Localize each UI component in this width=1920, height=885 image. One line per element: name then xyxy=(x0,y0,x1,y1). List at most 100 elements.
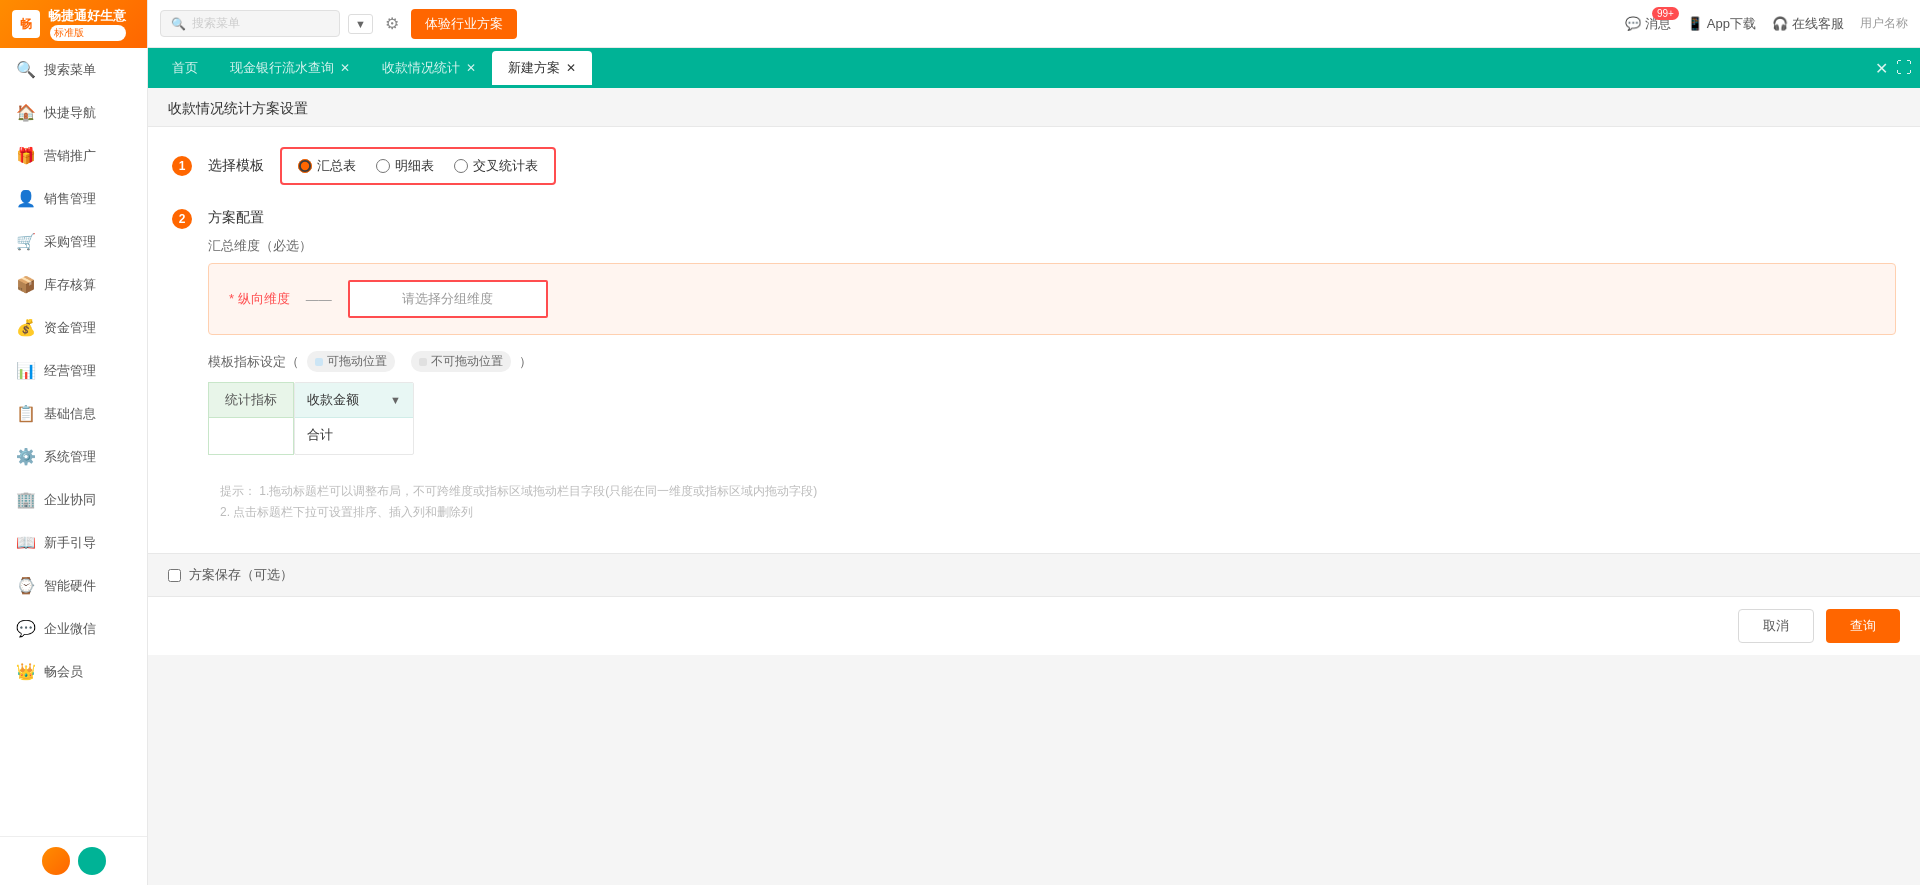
dimension-arrow: —— xyxy=(306,292,332,307)
non-draggable-label: 不可拖动位置 xyxy=(431,353,503,370)
sidebar-item-operations[interactable]: 📊 经营管理 xyxy=(0,349,147,392)
section1-label: 选择模板 xyxy=(208,157,264,175)
sidebar-item-smart-hardware[interactable]: ⌚ 智能硬件 xyxy=(0,564,147,607)
service-btn[interactable]: 🎧 在线客服 xyxy=(1772,15,1844,33)
notif-badge: 99+ xyxy=(1652,7,1679,20)
page-title-bar: 收款情况统计方案设置 xyxy=(148,88,1920,127)
section2-badge: 2 xyxy=(172,209,192,229)
tab-close-window-btn[interactable]: ✕ xyxy=(1875,59,1888,78)
industry-btn[interactable]: 体验行业方案 xyxy=(411,9,517,39)
tab-expand-btn[interactable]: ⛶ xyxy=(1896,59,1912,78)
radio-cross-input[interactable] xyxy=(454,159,468,173)
metrics-label-col: 统计指标 xyxy=(208,382,294,455)
avatar-1 xyxy=(42,847,70,875)
sales-icon: 👤 xyxy=(16,189,36,208)
amount-header-cell[interactable]: 收款金额 ▼ xyxy=(295,383,413,418)
sidebar-item-label-membership: 畅会员 xyxy=(44,663,83,681)
search-menu-icon: 🔍 xyxy=(16,60,36,79)
tab-home-label: 首页 xyxy=(172,59,198,77)
inventory-icon: 📦 xyxy=(16,275,36,294)
dropdown-btn[interactable]: ▼ xyxy=(348,14,373,34)
sidebar-item-system[interactable]: ⚙️ 系统管理 xyxy=(0,435,147,478)
page-content: 收款情况统计方案设置 1 选择模板 汇总表 明细表 xyxy=(148,88,1920,885)
user-display: 用户名称 xyxy=(1860,15,1908,32)
radio-detail[interactable]: 明细表 xyxy=(376,157,434,175)
sidebar-item-purchase[interactable]: 🛒 采购管理 xyxy=(0,220,147,263)
radio-detail-input[interactable] xyxy=(376,159,390,173)
search-placeholder: 搜索菜单 xyxy=(192,15,240,32)
draggable-label: 可拖动位置 xyxy=(327,353,387,370)
download-btn[interactable]: 📱 App下载 xyxy=(1687,15,1756,33)
sidebar-item-enterprise-wechat[interactable]: 💬 企业微信 xyxy=(0,607,147,650)
metrics-label-header: 统计指标 xyxy=(209,383,293,418)
tab-receipt-stats-label: 收款情况统计 xyxy=(382,59,460,77)
message-icon: 💬 xyxy=(1625,16,1641,31)
download-icon: 📱 xyxy=(1687,16,1703,31)
logo-badge: 标准版 xyxy=(50,25,126,41)
page-footer: 取消 查询 xyxy=(148,596,1920,655)
tab-bank-flow-close[interactable]: ✕ xyxy=(340,61,350,75)
purchase-icon: 🛒 xyxy=(16,232,36,251)
sidebar-item-marketing[interactable]: 🎁 营销推广 xyxy=(0,134,147,177)
search-box[interactable]: 🔍 搜索菜单 xyxy=(160,10,340,37)
download-label: App下载 xyxy=(1707,15,1756,33)
quick-nav-icon: 🏠 xyxy=(16,103,36,122)
enterprise-wechat-icon: 💬 xyxy=(16,619,36,638)
dimension-box: * 纵向维度 —— 请选择分组维度 xyxy=(208,263,1896,335)
radio-group-template: 汇总表 明细表 交叉统计表 xyxy=(298,157,538,175)
sidebar-item-finance[interactable]: 💰 资金管理 xyxy=(0,306,147,349)
sidebar-item-label-basic-info: 基础信息 xyxy=(44,405,96,423)
tab-bank-flow[interactable]: 现金银行流水查询 ✕ xyxy=(214,51,366,85)
query-button[interactable]: 查询 xyxy=(1826,609,1900,643)
radio-summary-input[interactable] xyxy=(298,159,312,173)
basic-info-icon: 📋 xyxy=(16,404,36,423)
sidebar-item-membership[interactable]: 👑 畅会员 xyxy=(0,650,147,693)
sidebar-item-enterprise-collab[interactable]: 🏢 企业协同 xyxy=(0,478,147,521)
service-icon: 🎧 xyxy=(1772,16,1788,31)
tip-line-1: 提示： 1.拖动标题栏可以调整布局，不可跨维度或指标区域拖动栏目字段(只能在同一… xyxy=(220,483,1884,500)
radio-cross[interactable]: 交叉统计表 xyxy=(454,157,538,175)
radio-cross-label: 交叉统计表 xyxy=(473,157,538,175)
sidebar-item-inventory[interactable]: 📦 库存核算 xyxy=(0,263,147,306)
tab-receipt-stats-close[interactable]: ✕ xyxy=(466,61,476,75)
dimension-select-btn[interactable]: 请选择分组维度 xyxy=(348,280,548,318)
sidebar: 畅 畅捷通好生意 标准版 🔍 搜索菜单 🏠 快捷导航 🎁 营销推广 👤 销售管理… xyxy=(0,0,148,885)
sidebar-item-label-enterprise-collab: 企业协同 xyxy=(44,491,96,509)
notification-btn[interactable]: 💬 消息 99+ xyxy=(1625,15,1671,33)
vertical-dim-label: * 纵向维度 xyxy=(229,290,290,308)
sidebar-item-quick-nav[interactable]: 🏠 快捷导航 xyxy=(0,91,147,134)
tip-line-2: 2. 点击标题栏下拉可设置排序、插入列和删除列 xyxy=(220,504,1884,521)
smart-hardware-icon: ⌚ xyxy=(16,576,36,595)
save-checkbox[interactable] xyxy=(168,569,181,582)
sidebar-item-sales[interactable]: 👤 销售管理 xyxy=(0,177,147,220)
template-section: 汇总表 明细表 交叉统计表 xyxy=(280,147,556,185)
tab-new-plan[interactable]: 新建方案 ✕ xyxy=(492,51,592,85)
sidebar-item-label-inventory: 库存核算 xyxy=(44,276,96,294)
section1-badge: 1 xyxy=(172,156,192,176)
metrics-config: 模板指标设定（ 可拖动位置 不可拖动位置 ） xyxy=(208,351,1896,533)
gear-button[interactable]: ⚙ xyxy=(381,10,403,37)
sidebar-item-label-sales: 销售管理 xyxy=(44,190,96,208)
sidebar-item-label-quick-nav: 快捷导航 xyxy=(44,104,96,122)
bottom-section: 方案保存（可选） xyxy=(148,553,1920,596)
metrics-label-cell xyxy=(209,418,293,454)
tab-new-plan-close[interactable]: ✕ xyxy=(566,61,576,75)
service-label: 在线客服 xyxy=(1792,15,1844,33)
sidebar-item-beginner-guide[interactable]: 📖 新手引导 xyxy=(0,521,147,564)
sidebar-item-basic-info[interactable]: 📋 基础信息 xyxy=(0,392,147,435)
cancel-button[interactable]: 取消 xyxy=(1738,609,1814,643)
sidebar-item-label-smart-hardware: 智能硬件 xyxy=(44,577,96,595)
tab-bank-flow-label: 现金银行流水查询 xyxy=(230,59,334,77)
sidebar-item-label-purchase: 采购管理 xyxy=(44,233,96,251)
sidebar-item-label-operations: 经营管理 xyxy=(44,362,96,380)
tab-receipt-stats[interactable]: 收款情况统计 ✕ xyxy=(366,51,492,85)
sidebar-nav: 🔍 搜索菜单 🏠 快捷导航 🎁 营销推广 👤 销售管理 🛒 采购管理 📦 库存核… xyxy=(0,48,147,836)
sidebar-item-search-menu[interactable]: 🔍 搜索菜单 xyxy=(0,48,147,91)
logo-text: 畅捷通好生意 xyxy=(48,7,126,25)
radio-summary[interactable]: 汇总表 xyxy=(298,157,356,175)
sidebar-item-label-marketing: 营销推广 xyxy=(44,147,96,165)
tab-bar-actions: ✕ ⛶ xyxy=(1875,59,1912,78)
tab-bar: 首页 现金银行流水查询 ✕ 收款情况统计 ✕ 新建方案 ✕ ✕ ⛶ xyxy=(148,48,1920,88)
metrics-title-text: 模板指标设定（ xyxy=(208,353,299,371)
tab-home[interactable]: 首页 xyxy=(156,51,214,85)
